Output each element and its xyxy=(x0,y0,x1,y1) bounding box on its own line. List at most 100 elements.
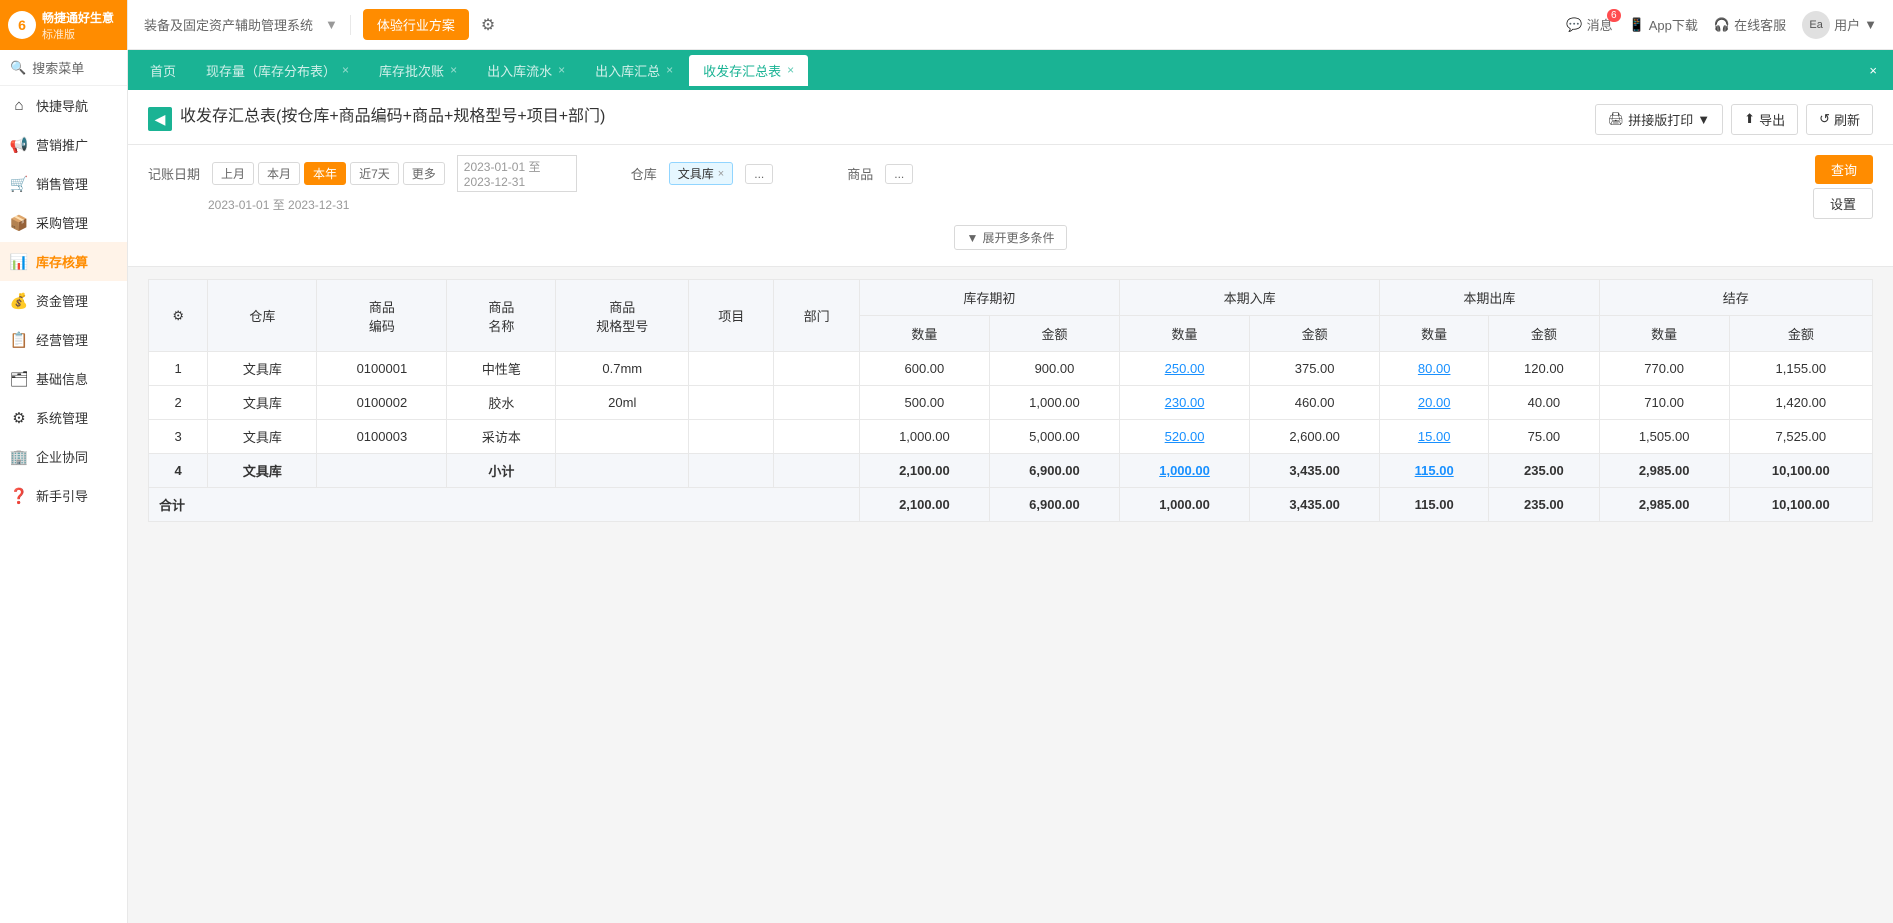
row-in-qty[interactable]: 520.00 xyxy=(1120,420,1250,454)
sidebar-item-operations[interactable]: 📋 经营管理 xyxy=(0,320,127,359)
goods-more-btn[interactable]: ... xyxy=(885,164,913,184)
footer-in-amt: 3,435.00 xyxy=(1250,488,1380,522)
date-btn-more[interactable]: 更多 xyxy=(403,162,445,185)
assets-icon: 💰 xyxy=(10,292,28,310)
app-download-btn[interactable]: 📱 App下载 xyxy=(1629,15,1698,34)
row-spec: 20ml xyxy=(556,386,689,420)
sidebar-item-guide[interactable]: ❓ 新手引导 xyxy=(0,476,127,515)
refresh-btn[interactable]: ↺ 刷新 xyxy=(1806,104,1873,135)
col-dept-header: 部门 xyxy=(774,280,859,352)
row-out-qty[interactable]: 15.00 xyxy=(1380,420,1489,454)
marketing-icon: 📢 xyxy=(10,136,28,154)
enterprise-icon: 🏢 xyxy=(10,448,28,466)
row-out-qty[interactable]: 115.00 xyxy=(1380,454,1489,488)
system-icon: ⚙ xyxy=(10,409,28,427)
date-btn-this-month[interactable]: 本月 xyxy=(258,162,300,185)
print-btn[interactable]: 🖨 拼接版打印 ▼ xyxy=(1595,104,1723,135)
col-bal-qty-header: 数量 xyxy=(1599,316,1729,352)
tab-close-in-out-summary[interactable]: × xyxy=(666,63,673,77)
row-in-qty[interactable]: 250.00 xyxy=(1120,352,1250,386)
row-code: 0100003 xyxy=(317,420,447,454)
col-group-out-header: 本期出库 xyxy=(1380,280,1599,316)
try-industry-btn[interactable]: 体验行业方案 xyxy=(363,9,469,40)
message-badge: 6 xyxy=(1607,9,1621,22)
sidebar-item-system[interactable]: ⚙ 系统管理 xyxy=(0,398,127,437)
export-btn[interactable]: ⬆ 导出 xyxy=(1731,104,1798,135)
user-btn[interactable]: Ea 用户 ▼ xyxy=(1802,11,1877,39)
sidebar-item-quick-nav[interactable]: ⌂ 快捷导航 xyxy=(0,86,127,125)
row-name: 采访本 xyxy=(447,420,556,454)
row-bal-qty: 710.00 xyxy=(1599,386,1729,420)
row-dept xyxy=(774,420,859,454)
tab-home[interactable]: 首页 xyxy=(136,55,190,86)
sidebar-item-basic[interactable]: 🗂 基础信息 xyxy=(0,359,127,398)
topbar-right: 💬 消息 6 📱 App下载 🎧 在线客服 Ea 用户 ▼ xyxy=(1566,11,1877,39)
tab-recv-send-summary[interactable]: 收发存汇总表 × xyxy=(689,55,808,86)
app-logo-text: 畅捷通好生意 标准版 xyxy=(42,9,114,42)
col-bal-amt-header: 金额 xyxy=(1729,316,1872,352)
collapse-btn[interactable]: ◀ xyxy=(148,107,172,131)
sidebar-item-marketing[interactable]: 📢 营销推广 xyxy=(0,125,127,164)
row-warehouse: 文具库 xyxy=(208,420,317,454)
row-name: 胶水 xyxy=(447,386,556,420)
sidebar-item-purchase[interactable]: 📦 采购管理 xyxy=(0,203,127,242)
tab-close-inventory-dist[interactable]: × xyxy=(342,63,349,77)
col-init-qty-header: 数量 xyxy=(859,316,989,352)
footer-init-qty: 2,100.00 xyxy=(859,488,989,522)
row-out-qty[interactable]: 80.00 xyxy=(1380,352,1489,386)
date-btn-this-year[interactable]: 本年 xyxy=(304,162,346,185)
row-name: 中性笔 xyxy=(447,352,556,386)
expand-more-row: ▼ 展开更多条件 xyxy=(148,219,1873,256)
chevron-down-icon: ▼ xyxy=(967,231,979,245)
message-btn[interactable]: 💬 消息 6 xyxy=(1566,15,1612,34)
sidebar-item-assets[interactable]: 💰 资金管理 xyxy=(0,281,127,320)
sidebar-item-inventory[interactable]: 📊 库存核算 xyxy=(0,242,127,281)
tab-close-recv-send-summary[interactable]: × xyxy=(787,63,794,77)
query-btn[interactable]: 查询 xyxy=(1815,155,1873,184)
date-btn-7days[interactable]: 近7天 xyxy=(350,162,399,185)
row-out-qty[interactable]: 20.00 xyxy=(1380,386,1489,420)
col-warehouse-header: 仓库 xyxy=(208,280,317,352)
row-no: 1 xyxy=(149,352,208,386)
footer-bal-qty: 2,985.00 xyxy=(1599,488,1729,522)
row-dept xyxy=(774,386,859,420)
tab-close-batch-ledger[interactable]: × xyxy=(450,63,457,77)
message-icon: 💬 xyxy=(1566,17,1582,33)
purchase-icon: 📦 xyxy=(10,214,28,232)
search-menu[interactable]: 🔍 搜索菜单 xyxy=(0,50,127,86)
expand-more-btn[interactable]: ▼ 展开更多条件 xyxy=(954,225,1068,250)
row-in-qty[interactable]: 230.00 xyxy=(1120,386,1250,420)
online-service-btn[interactable]: 🎧 在线客服 xyxy=(1714,15,1786,34)
gear-icon[interactable]: ⚙ xyxy=(481,15,495,35)
refresh-icon: ↺ xyxy=(1819,111,1830,127)
date-range-display[interactable]: 2023-01-01 至 2023-12-31 xyxy=(457,155,577,192)
table-wrapper: ⚙ 仓库 商品编码 商品名称 商品规格型号 项目 部门 库存期初 本期入库 本期… xyxy=(128,279,1893,542)
date-filter-label: 记账日期 xyxy=(148,164,200,183)
tab-in-out-flow[interactable]: 出入库流水 × xyxy=(473,55,579,86)
settings-btn[interactable]: 设置 xyxy=(1813,188,1873,219)
col-group-in-header: 本期入库 xyxy=(1120,280,1380,316)
page-header: ◀ 收发存汇总表(按仓库+商品编码+商品+规格型号+项目+部门) 🖨 拼接版打印… xyxy=(128,90,1893,145)
tab-in-out-summary[interactable]: 出入库汇总 × xyxy=(581,55,687,86)
sidebar-item-sales[interactable]: 🛒 销售管理 xyxy=(0,164,127,203)
col-out-amt-header: 金额 xyxy=(1489,316,1599,352)
sidebar-item-enterprise[interactable]: 🏢 企业协同 xyxy=(0,437,127,476)
tab-batch-ledger[interactable]: 库存批次账 × xyxy=(365,55,471,86)
row-in-amt: 3,435.00 xyxy=(1250,454,1380,488)
col-group-init-header: 库存期初 xyxy=(859,280,1119,316)
date-btn-last-month[interactable]: 上月 xyxy=(212,162,254,185)
col-settings-header[interactable]: ⚙ xyxy=(149,280,208,352)
row-spec xyxy=(556,420,689,454)
row-bal-qty: 1,505.00 xyxy=(1599,420,1729,454)
warehouse-tag-close[interactable]: × xyxy=(718,168,724,180)
tab-close-in-out-flow[interactable]: × xyxy=(558,63,565,77)
warehouse-more-btn[interactable]: ... xyxy=(745,164,773,184)
row-in-qty[interactable]: 1,000.00 xyxy=(1120,454,1250,488)
table-row: 4文具库小计2,100.006,900.001,000.003,435.0011… xyxy=(149,454,1873,488)
col-init-amt-header: 金额 xyxy=(989,316,1119,352)
headset-icon: 🎧 xyxy=(1714,17,1730,33)
tab-inventory-dist[interactable]: 现存量（库存分布表） × xyxy=(192,55,363,86)
close-all-tabs[interactable]: × xyxy=(1861,59,1885,82)
row-no: 2 xyxy=(149,386,208,420)
topbar-dropdown-icon[interactable]: ▼ xyxy=(325,17,338,32)
